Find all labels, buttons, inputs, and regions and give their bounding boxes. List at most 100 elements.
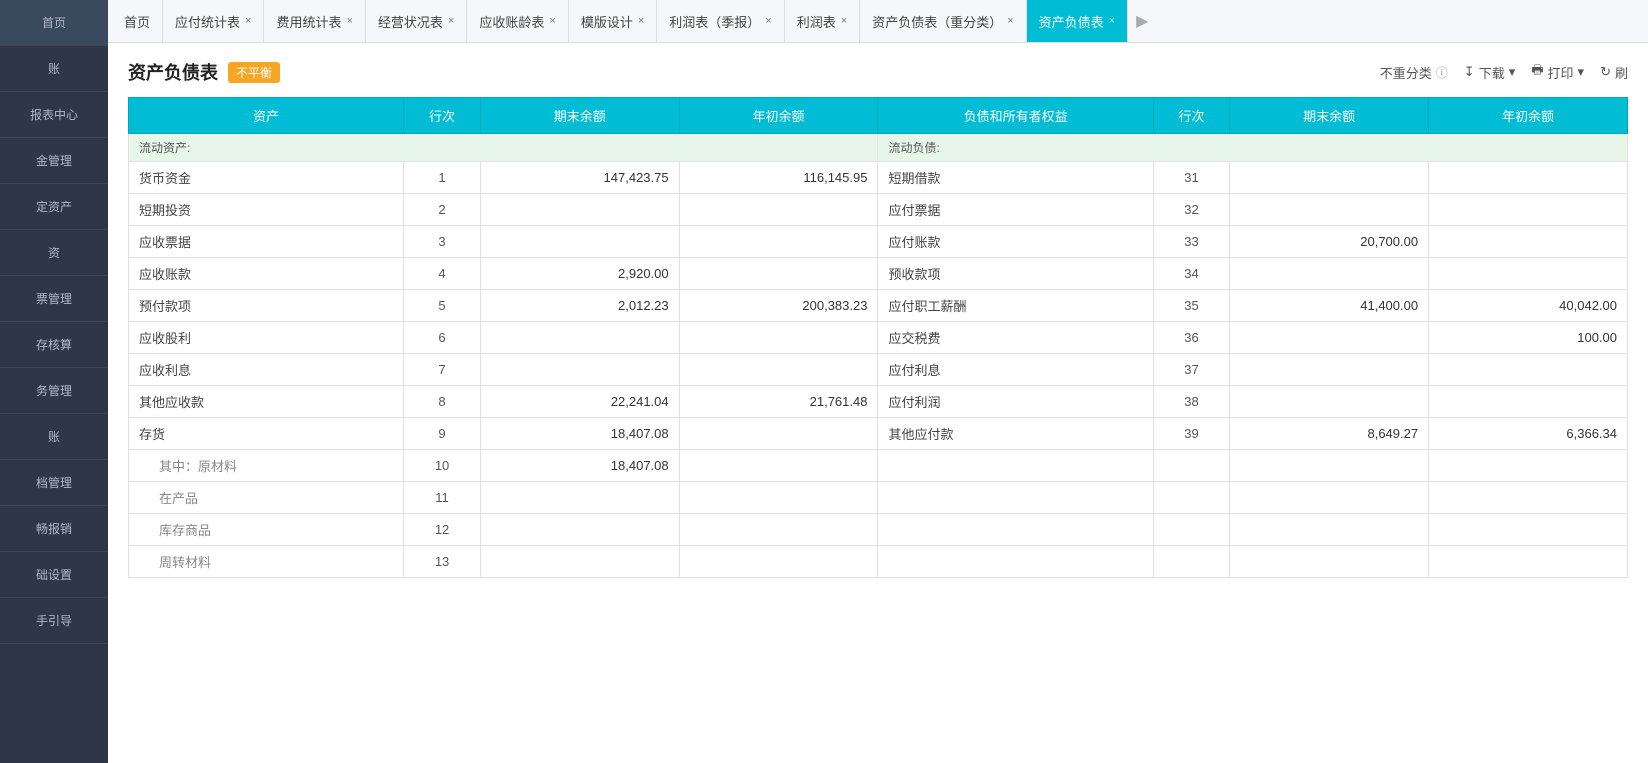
help-icon: ⓘ [1436,64,1448,81]
year-start-amount [679,514,878,546]
year-start-amount [679,258,878,290]
period-end-amount: 147,423.75 [480,162,679,194]
row-number: 9 [404,418,480,450]
close-icon[interactable]: × [245,15,251,27]
tab-balance-sheet[interactable]: 资产负债表 × [1027,0,1128,42]
tab-balance-reclassified[interactable]: 资产负债表（重分类） × [860,0,1026,42]
row-number-right: 35 [1153,290,1229,322]
year-start-amount [679,322,878,354]
table-row: 周转材料 13 [129,546,1628,578]
tab-profit[interactable]: 利润表 × [785,0,860,42]
tab-receivable-aging[interactable]: 应收账龄表 × [467,0,568,42]
period-end-amount: 2,012.23 [480,290,679,322]
sidebar-item-fixed-assets[interactable]: 定资产 [0,184,108,230]
year-start-amount-right [1429,386,1628,418]
close-icon[interactable]: × [549,15,555,27]
sidebar-item-fund[interactable]: 金管理 [0,138,108,184]
sidebar-item-home[interactable]: 首页 [0,0,108,46]
year-start-amount-right: 40,042.00 [1429,290,1628,322]
tab-scroll-right[interactable]: ▶ [1128,11,1156,31]
year-start-amount-right [1429,546,1628,578]
year-start-amount-right [1429,226,1628,258]
tab-template-design[interactable]: 模版设计 × [569,0,657,42]
period-end-amount-right [1230,322,1429,354]
table-row: 应收账款 4 2,920.00 预收款项 34 [129,258,1628,290]
period-end-amount: 22,241.04 [480,386,679,418]
row-number-right: 36 [1153,322,1229,354]
header-year-start: 年初余额 [679,98,878,134]
page-title-area: 资产负债表 不平衡 [128,59,280,85]
sidebar-item-inventory[interactable]: 存核算 [0,322,108,368]
sidebar-item-guide[interactable]: 手引导 [0,598,108,644]
period-end-amount-right: 41,400.00 [1230,290,1429,322]
unbalanced-badge: 不平衡 [228,62,280,83]
year-start-amount [679,450,878,482]
tab-profit-quarterly[interactable]: 利润表（季报） × [657,0,784,42]
close-icon[interactable]: × [448,15,454,27]
year-start-amount-right [1429,482,1628,514]
period-end-amount: 18,407.08 [480,450,679,482]
close-icon[interactable]: × [346,15,352,27]
year-start-amount-right [1429,514,1628,546]
tab-expense-stats[interactable]: 费用统计表 × [264,0,365,42]
row-number: 2 [404,194,480,226]
period-end-amount-right [1230,258,1429,290]
refresh-button[interactable]: ↻ 刷 [1600,63,1628,82]
year-start-amount-right [1429,450,1628,482]
tab-payable-stats[interactable]: 应付统计表 × [163,0,264,42]
liab-label [878,482,1153,514]
row-number-right [1153,546,1229,578]
print-label: 打印 [1548,63,1574,82]
asset-label: 其他应收款 [129,386,404,418]
sidebar-item-expense[interactable]: 畅报销 [0,506,108,552]
year-start-amount: 116,145.95 [679,162,878,194]
row-number-right [1153,514,1229,546]
period-end-amount [480,546,679,578]
download-button[interactable]: ↧ 下载 ▾ [1464,63,1515,82]
row-number: 11 [404,482,480,514]
section-right-label: 流动负债: [878,134,1628,162]
period-end-amount [480,226,679,258]
tab-bar: 首页 应付统计表 × 费用统计表 × 经营状况表 × 应收账龄表 × 模版设计 … [108,0,1648,43]
close-icon[interactable]: × [765,15,771,27]
tab-home[interactable]: 首页 [112,0,163,42]
table-row: 其他应收款 8 22,241.04 21,761.48 应付利润 38 [129,386,1628,418]
asset-label: 其中：原材料 [129,450,404,482]
content-area: 资产负债表 不平衡 不重分类 ⓘ ↧ 下载 ▾ 🖶 打印 ▾ [108,43,1648,763]
row-number-right: 39 [1153,418,1229,450]
row-number-right: 37 [1153,354,1229,386]
table-row: 短期投资 2 应付票据 32 [129,194,1628,226]
row-number-right: 31 [1153,162,1229,194]
liab-label [878,546,1153,578]
sidebar-item-reports[interactable]: 报表中心 [0,92,108,138]
close-icon[interactable]: × [638,15,644,27]
sidebar-item-capital[interactable]: 资 [0,230,108,276]
close-icon[interactable]: × [1007,15,1013,27]
asset-label: 应收股利 [129,322,404,354]
period-end-amount-right [1230,482,1429,514]
sidebar-item-account[interactable]: 账 [0,46,108,92]
year-start-amount [679,546,878,578]
period-end-amount-right: 8,649.27 [1230,418,1429,450]
liab-label: 应付账款 [878,226,1153,258]
table-row: 预付款项 5 2,012.23 200,383.23 应付职工薪酬 35 41,… [129,290,1628,322]
asset-label: 存货 [129,418,404,450]
download-label: 下载 [1479,63,1505,82]
year-start-amount-right: 100.00 [1429,322,1628,354]
table-row: 库存商品 12 [129,514,1628,546]
sidebar-item-ticket[interactable]: 票管理 [0,276,108,322]
sidebar-item-settings[interactable]: 础设置 [0,552,108,598]
sidebar-item-ledger[interactable]: 账 [0,414,108,460]
sidebar-item-affairs[interactable]: 务管理 [0,368,108,414]
tab-operations[interactable]: 经营状况表 × [366,0,467,42]
sidebar-item-archive[interactable]: 档管理 [0,460,108,506]
classify-button[interactable]: 不重分类 ⓘ [1380,63,1448,82]
close-icon[interactable]: × [841,15,847,27]
liab-label: 应付职工薪酬 [878,290,1153,322]
close-icon[interactable]: × [1109,15,1115,27]
row-number-right: 38 [1153,386,1229,418]
period-end-amount-right [1230,514,1429,546]
print-button[interactable]: 🖶 打印 ▾ [1531,61,1584,83]
liab-label: 短期借款 [878,162,1153,194]
row-number: 13 [404,546,480,578]
